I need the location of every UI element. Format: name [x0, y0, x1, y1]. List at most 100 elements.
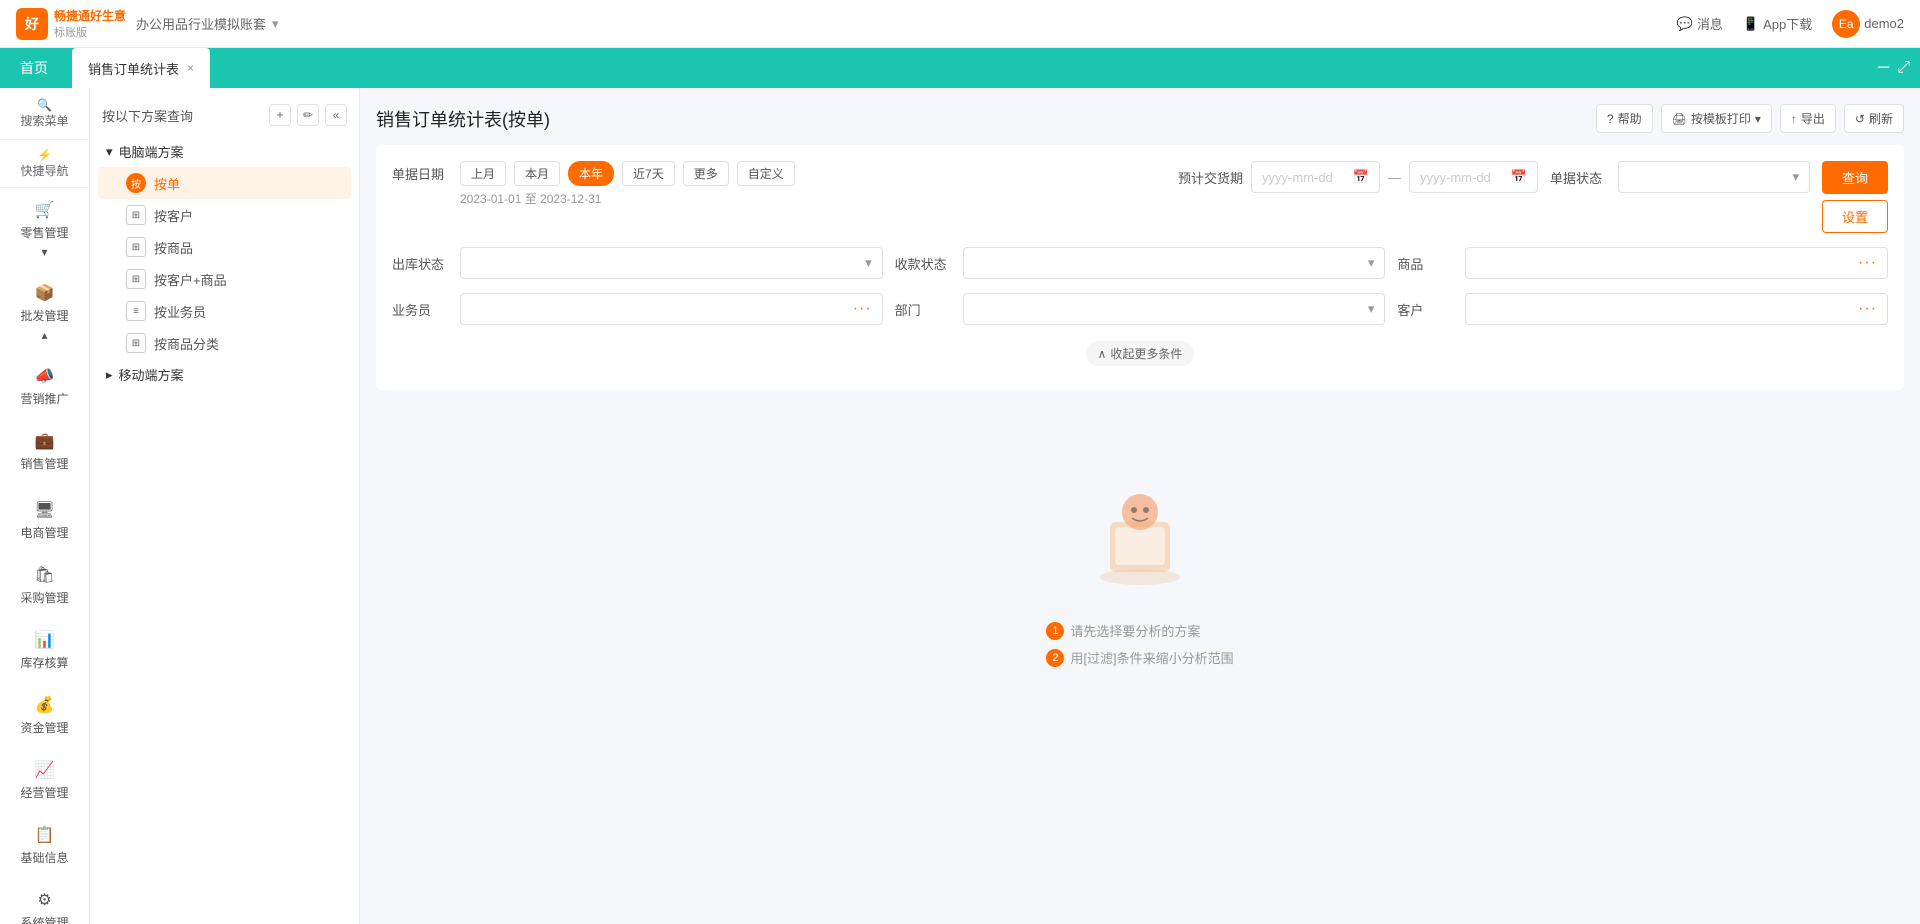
content-area: 按以下方案查询 + ✏ « ▾ 电脑端方案 按 按单 ⊞: [90, 88, 1920, 924]
print-dropdown-icon: ▾: [1755, 112, 1761, 126]
user-area[interactable]: Ea demo2: [1832, 10, 1904, 38]
sidebar-item-finance-label: 资金管理: [20, 719, 68, 736]
wholesale-expand-icon: ▴: [41, 328, 47, 342]
print-btn[interactable]: 🖨 按模板打印 ▾: [1661, 104, 1772, 133]
tab-expand-icon[interactable]: ⤢: [1897, 59, 1910, 77]
help-btn[interactable]: ? 帮助: [1596, 104, 1653, 133]
sidebar-item-ecommerce[interactable]: 🖥 电商管理: [0, 488, 89, 553]
tree-item-by-category[interactable]: ⊞ 按商品分类: [98, 327, 351, 359]
right-panel: 销售订单统计表(按单) ? 帮助 🖨 按模板打印 ▾ ↑ 导出: [360, 88, 1920, 924]
sidebar-item-wholesale[interactable]: 📦 批发管理 ▴: [0, 271, 89, 354]
app-download-label: App下载: [1763, 14, 1812, 33]
nav-icon: ⚡: [0, 148, 89, 162]
sidebar-item-retail[interactable]: 🛒 零售管理 ▾: [0, 188, 89, 271]
sidebar-item-system[interactable]: ⚙ 系统管理: [0, 878, 89, 924]
calendar-end-icon: 📅: [1511, 169, 1527, 185]
tree-item-by-product[interactable]: ⊞ 按商品: [98, 231, 351, 263]
collapse-panel-btn[interactable]: «: [325, 104, 347, 126]
sidebar-item-inventory[interactable]: 📊 库存核算: [0, 618, 89, 683]
refresh-icon: ↺: [1855, 112, 1865, 126]
date-btn-more[interactable]: 更多: [683, 161, 729, 186]
app-subtitle: 标账版: [54, 24, 126, 40]
tree-item-by-cust-prod[interactable]: ⊞ 按客户+商品: [98, 263, 351, 295]
sidebar-item-finance[interactable]: 💰 资金管理: [0, 683, 89, 748]
print-label: 按模板打印: [1691, 110, 1751, 127]
date-start-input[interactable]: yyyy-mm-dd 📅: [1251, 161, 1380, 193]
goods-label: 商品: [1397, 254, 1457, 273]
status-dropdown-icon: ▾: [1792, 169, 1799, 185]
sidebar-quick-nav[interactable]: ⚡ 快捷导航: [0, 140, 89, 188]
tab-home[interactable]: 首页: [0, 48, 68, 88]
empty-tip-2: 2 用[过滤]条件来缩小分析范围: [1046, 648, 1233, 667]
tree-item-by-salesman[interactable]: ≡ 按业务员: [98, 295, 351, 327]
action-buttons: 查询 设置: [1822, 161, 1888, 233]
dept-dropdown-icon: ▾: [1368, 301, 1375, 317]
filter-card: 单据日期 上月 本月 本年 近7天 更多 自定义 2023-01-01 至 20…: [376, 145, 1904, 390]
date-end-input[interactable]: yyyy-mm-dd 📅: [1409, 161, 1538, 193]
export-btn[interactable]: ↑ 导出: [1780, 104, 1836, 133]
sidebar-item-basic[interactable]: 📋 基础信息: [0, 813, 89, 878]
payment-status-select[interactable]: ▾: [963, 247, 1386, 279]
customer-more-icon[interactable]: ···: [1858, 300, 1877, 318]
status-label: 单据状态: [1550, 168, 1610, 187]
add-scheme-btn[interactable]: +: [269, 104, 291, 126]
salesman-more-icon[interactable]: ···: [853, 300, 872, 318]
date-btn-this-year[interactable]: 本年: [568, 161, 614, 186]
date-btn-custom[interactable]: 自定义: [737, 161, 795, 186]
app-download-btn[interactable]: 📱 App下载: [1743, 14, 1812, 33]
salesman-input[interactable]: ···: [460, 293, 883, 325]
left-panel-header: 按以下方案查询 + ✏ «: [90, 98, 359, 132]
customer-input[interactable]: ···: [1465, 293, 1888, 325]
goods-more-icon[interactable]: ···: [1858, 254, 1877, 272]
collapse-label: 收起更多条件: [1110, 345, 1182, 362]
sidebar-search-btn[interactable]: 🔍 搜索菜单: [0, 88, 89, 140]
message-icon: 💬: [1677, 16, 1693, 32]
customer-label: 客户: [1397, 300, 1457, 319]
topbar-right: 💬 消息 📱 App下载 Ea demo2: [1677, 10, 1904, 38]
sidebar-item-marketing-label: 营销推广: [20, 390, 68, 407]
goods-input[interactable]: ···: [1465, 247, 1888, 279]
empty-tip-1: 1 请先选择要分析的方案: [1046, 621, 1233, 640]
tree-item-by-salesman-label: 按业务员: [154, 302, 206, 321]
tree-group-mobile-header[interactable]: ▸ 移动端方案: [98, 359, 351, 390]
date-btn-last-7[interactable]: 近7天: [622, 161, 675, 186]
settings-btn[interactable]: 设置: [1822, 200, 1888, 233]
sidebar-item-sales[interactable]: 💼 销售管理: [0, 419, 89, 484]
tree-item-by-customer[interactable]: ⊞ 按客户: [98, 199, 351, 231]
dept-label: 部门: [895, 300, 955, 319]
tree-item-by-customer-label: 按客户: [154, 206, 193, 225]
collapse-btn[interactable]: ∧ 收起更多条件: [1086, 341, 1195, 366]
refresh-btn[interactable]: ↺ 刷新: [1844, 104, 1904, 133]
page-actions: ? 帮助 🖨 按模板打印 ▾ ↑ 导出 ↺ 刷新: [1596, 104, 1904, 133]
tab-close-icon[interactable]: ×: [187, 61, 194, 75]
tree-item-by-order[interactable]: 按 按单: [98, 167, 351, 199]
messages-btn[interactable]: 💬 消息: [1677, 14, 1723, 33]
app-name: 畅捷通好生意: [54, 7, 126, 24]
query-btn[interactable]: 查询: [1822, 161, 1888, 194]
sidebar-item-marketing[interactable]: 📣 营销推广: [0, 354, 89, 419]
date-btn-this-month[interactable]: 本月: [514, 161, 560, 186]
filter-row-2: 出库状态 ▾ 收款状态 ▾ 商品: [392, 247, 1888, 279]
by-salesman-icon: ≡: [126, 301, 146, 321]
empty-svg: [1080, 482, 1200, 602]
workspace-dropdown-icon[interactable]: ▾: [272, 16, 279, 32]
status-select[interactable]: ▾: [1618, 161, 1810, 193]
sidebar-item-purchase[interactable]: 🛍 采购管理: [0, 553, 89, 618]
date-btn-last-month[interactable]: 上月: [460, 161, 506, 186]
user-name: demo2: [1864, 16, 1904, 31]
edit-scheme-btn[interactable]: ✏: [297, 104, 319, 126]
tree-group-pc-header[interactable]: ▾ 电脑端方案: [98, 136, 351, 167]
sidebar-item-operation[interactable]: 📈 经营管理: [0, 748, 89, 813]
calendar-start-icon: 📅: [1353, 169, 1369, 185]
tab-active[interactable]: 销售订单统计表 ×: [72, 48, 210, 88]
wholesale-icon: 📦: [35, 283, 55, 303]
tab-minimize-icon[interactable]: ─: [1878, 59, 1889, 77]
date-range-display: 2023-01-01 至 2023-12-31: [392, 190, 1166, 207]
dept-select[interactable]: ▾: [963, 293, 1386, 325]
sidebar-item-operation-label: 经营管理: [20, 784, 68, 801]
expected-date-section: 预计交货期 yyyy-mm-dd 📅 — yyyy-mm-dd 📅: [1178, 161, 1538, 193]
by-product-icon: ⊞: [126, 237, 146, 257]
sidebar-item-retail-label: 零售管理: [20, 224, 68, 241]
system-icon: ⚙: [37, 890, 51, 910]
out-status-select[interactable]: ▾: [460, 247, 883, 279]
